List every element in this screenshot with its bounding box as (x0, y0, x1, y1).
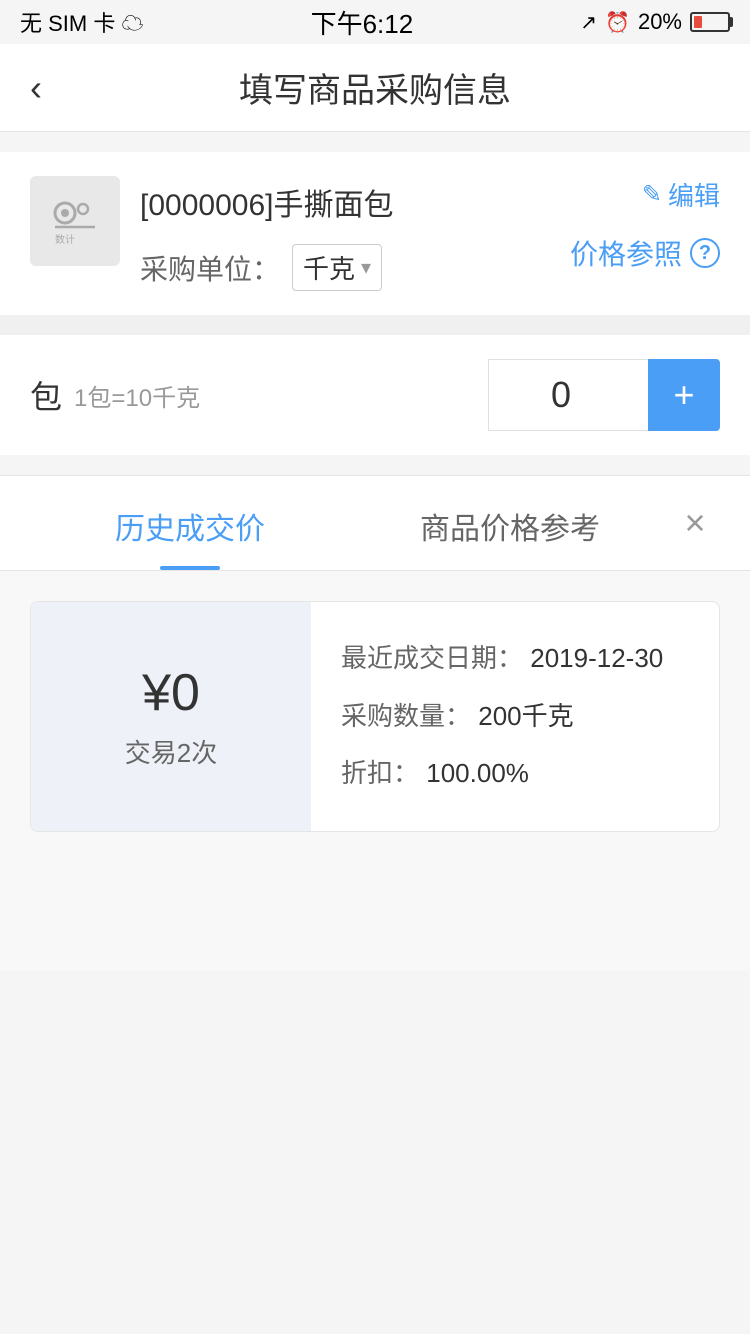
unit-select-dropdown[interactable]: 千克 ▾ (292, 244, 382, 291)
product-section: 数计 [0000006]手撕面包 采购单位： 千克 ▾ ✎ (0, 152, 750, 315)
price-card: ¥0 交易2次 最近成交日期： 2019-12-30 采购数量： 200千克 折… (30, 601, 720, 832)
unit-value: 千克 (303, 249, 355, 286)
quantity-unit: 包 (30, 372, 62, 418)
product-title: 手撕面包 (273, 189, 393, 222)
edit-label: 编辑 (668, 176, 720, 213)
alarm-icon: ⏰ (605, 10, 630, 35)
product-name: [0000006]手撕面包 (140, 180, 393, 224)
section-divider (0, 315, 750, 335)
tab-product-price-ref[interactable]: 商品价格参考 (350, 476, 670, 570)
discount-label: 折扣： (341, 758, 419, 788)
tab-price-ref-label: 商品价格参考 (420, 513, 600, 546)
page-title: 填写商品采购信息 (239, 63, 511, 112)
product-header: 数计 [0000006]手撕面包 采购单位： 千克 ▾ ✎ (30, 176, 720, 291)
purchase-quantity-value: 200千克 (478, 701, 573, 731)
tabs-header: 历史成交价 商品价格参考 × (0, 476, 750, 571)
edit-icon: ✎ (642, 180, 662, 209)
price-ref-label: 价格参照 (570, 233, 682, 273)
edit-button[interactable]: ✎ 编辑 (642, 176, 720, 213)
product-info: [0000006]手撕面包 采购单位： 千克 ▾ (140, 176, 393, 291)
svg-text:数计: 数计 (55, 233, 75, 246)
status-bar: 无 SIM 卡 ☁ 下午6:12 ↗ ⏰ 20% (0, 0, 750, 44)
help-icon: ? (690, 238, 720, 268)
recent-date-value: 2019-12-30 (530, 643, 663, 673)
tab-history-label: 历史成交价 (115, 513, 265, 546)
purchase-unit-row: 采购单位： 千克 ▾ (140, 244, 393, 291)
price-transaction-count: 交易2次 (125, 733, 217, 770)
product-id: [0000006] (140, 189, 273, 222)
battery-fill (694, 16, 702, 28)
tab-history-price[interactable]: 历史成交价 (30, 476, 350, 570)
price-ref-button[interactable]: 价格参照 ? (570, 233, 720, 273)
back-button[interactable]: ‹ (30, 70, 42, 106)
product-image-icon: 数计 (45, 191, 105, 251)
price-card-right: 最近成交日期： 2019-12-30 采购数量： 200千克 折扣： 100.0… (311, 602, 719, 831)
tab-close-button[interactable]: × (670, 498, 720, 548)
product-thumbnail: 数计 (30, 176, 120, 266)
sim-status: 无 SIM 卡 ☁ (20, 6, 143, 38)
product-left: 数计 [0000006]手撕面包 采购单位： 千克 ▾ (30, 176, 393, 291)
unit-label: 采购单位： (140, 248, 280, 288)
battery-icon (690, 12, 730, 32)
discount-row: 折扣： 100.00% (341, 753, 689, 795)
quantity-input-group: + (488, 359, 720, 431)
quantity-plus-button[interactable]: + (648, 359, 720, 431)
status-left: 无 SIM 卡 ☁ (20, 6, 143, 38)
battery-percent: 20% (638, 9, 682, 35)
nav-bar: ‹ 填写商品采购信息 (0, 44, 750, 132)
price-card-left: ¥0 交易2次 (31, 602, 311, 831)
discount-value: 100.00% (426, 758, 529, 788)
tabs-container: 历史成交价 商品价格参考 × ¥0 交易2次 最近成交日期： 2019-12-3… (0, 475, 750, 971)
quantity-conversion: 1包=10千克 (74, 378, 200, 413)
chevron-down-icon: ▾ (361, 255, 371, 280)
recent-date-label: 最近成交日期： (341, 643, 523, 673)
price-main: ¥0 (142, 663, 200, 723)
price-value: ¥0 (142, 664, 200, 722)
quantity-row: 采购数量： 200千克 (341, 696, 689, 738)
history-content: ¥0 交易2次 最近成交日期： 2019-12-30 采购数量： 200千克 折… (0, 571, 750, 971)
purchase-quantity-label: 采购数量： (341, 701, 471, 731)
recent-date-row: 最近成交日期： 2019-12-30 (341, 638, 689, 680)
quantity-label-group: 包 1包=10千克 (30, 372, 200, 418)
location-icon: ↗ (580, 10, 597, 35)
status-time: 下午6:12 (311, 4, 414, 41)
quantity-input[interactable] (488, 359, 648, 431)
status-right: ↗ ⏰ 20% (580, 9, 730, 35)
product-actions: ✎ 编辑 价格参照 ? (570, 176, 720, 273)
quantity-section: 包 1包=10千克 + (0, 335, 750, 455)
